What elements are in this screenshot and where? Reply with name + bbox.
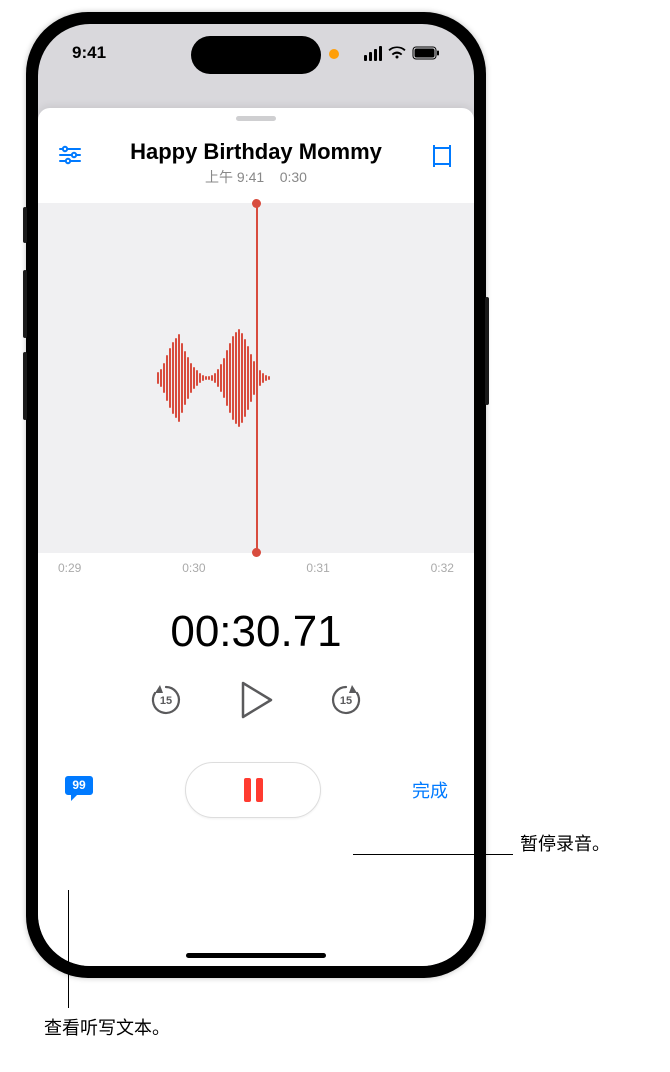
trim-button[interactable] bbox=[426, 141, 458, 176]
sheet-header: Happy Birthday Mommy 上午 9:41 0:30 bbox=[38, 121, 474, 195]
transcript-button[interactable]: 99 bbox=[64, 774, 94, 807]
bottom-controls: 99 完成 bbox=[38, 762, 474, 818]
callout-pause: 暂停录音。 bbox=[520, 830, 610, 856]
power-button bbox=[485, 297, 489, 405]
skip-back-15-button[interactable]: 15 bbox=[149, 683, 183, 722]
recording-subtitle: 上午 9:41 0:30 bbox=[50, 167, 462, 187]
recording-sheet: Happy Birthday Mommy 上午 9:41 0:30 0:29 bbox=[38, 108, 474, 966]
elapsed-timer: 00:30.71 bbox=[38, 607, 474, 657]
side-switch bbox=[23, 207, 27, 243]
status-icons bbox=[364, 46, 440, 61]
waveform-track[interactable]: 0:29 0:30 0:31 0:32 bbox=[38, 203, 474, 553]
home-indicator[interactable] bbox=[186, 953, 326, 958]
status-time: 9:41 bbox=[72, 43, 106, 63]
recording-duration-label: 0:30 bbox=[280, 169, 307, 185]
wifi-icon bbox=[388, 46, 406, 60]
pause-icon bbox=[244, 778, 263, 802]
done-button[interactable]: 完成 bbox=[412, 777, 448, 803]
time-ruler: 0:29 0:30 0:31 0:32 bbox=[38, 561, 474, 575]
playhead[interactable] bbox=[256, 203, 258, 553]
battery-icon bbox=[412, 46, 440, 60]
play-button[interactable] bbox=[239, 681, 273, 724]
svg-text:15: 15 bbox=[160, 695, 172, 707]
tick-label: 0:31 bbox=[306, 561, 329, 575]
volume-up bbox=[23, 270, 27, 338]
recording-time-label: 上午 9:41 bbox=[205, 169, 264, 185]
pause-record-button[interactable] bbox=[185, 762, 321, 818]
waveform-graphic bbox=[38, 203, 278, 553]
callout-line bbox=[68, 890, 69, 1008]
callout-transcript: 查看听写文本。 bbox=[44, 1014, 170, 1040]
playback-controls: 15 15 bbox=[38, 681, 474, 724]
volume-down bbox=[23, 352, 27, 420]
dynamic-island bbox=[191, 36, 321, 74]
options-button[interactable] bbox=[54, 141, 86, 174]
skip-forward-15-button[interactable]: 15 bbox=[329, 683, 363, 722]
recording-title[interactable]: Happy Birthday Mommy bbox=[50, 139, 462, 165]
callout-line bbox=[353, 854, 513, 855]
tick-label: 0:32 bbox=[431, 561, 454, 575]
svg-text:15: 15 bbox=[340, 695, 352, 707]
tick-label: 0:30 bbox=[182, 561, 205, 575]
svg-text:99: 99 bbox=[72, 778, 86, 792]
tick-label: 0:29 bbox=[58, 561, 81, 575]
iphone-frame: 9:41 Happy Birthday Mommy bbox=[26, 12, 486, 978]
screen: 9:41 Happy Birthday Mommy bbox=[38, 24, 474, 966]
cellular-icon bbox=[364, 46, 382, 61]
